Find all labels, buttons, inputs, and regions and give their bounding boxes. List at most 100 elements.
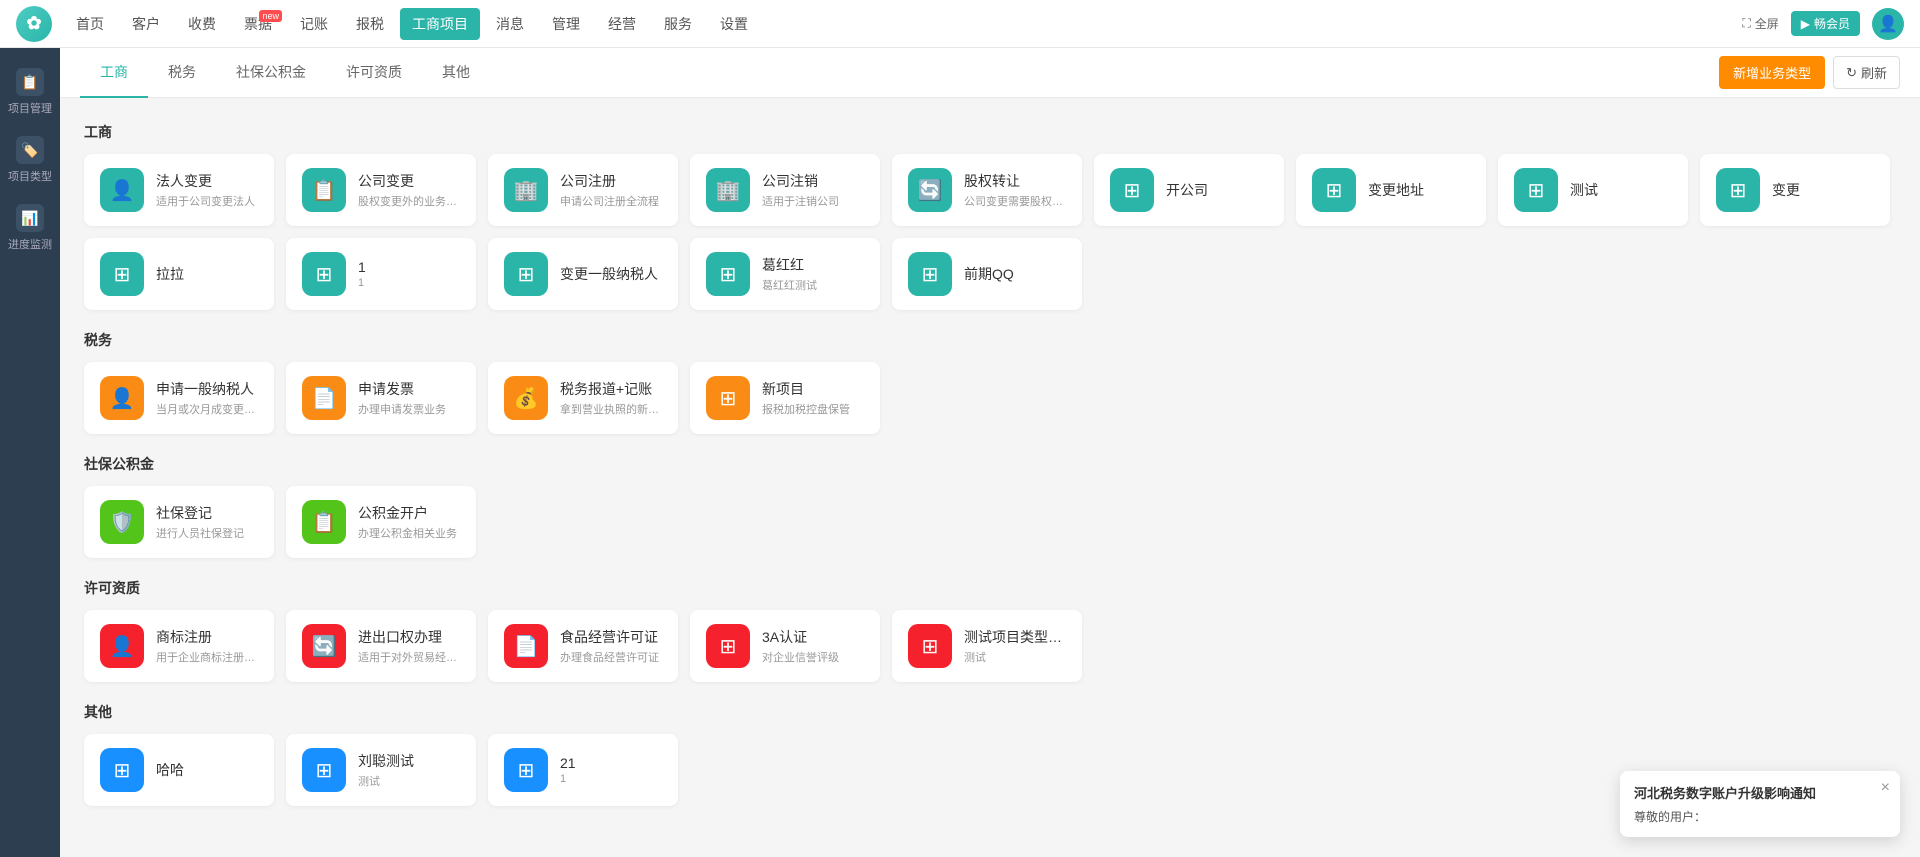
avatar[interactable]: 👤	[1872, 8, 1904, 40]
card-icon: ⊞	[908, 624, 952, 668]
card-公司变更[interactable]: 📋 公司变更 股权变更外的业务变更	[286, 154, 476, 226]
card-info: 公司变更 股权变更外的业务变更	[358, 171, 460, 209]
card-icon: 👤	[100, 624, 144, 668]
card-title: 拉拉	[156, 264, 258, 284]
card-申请发票[interactable]: 📄 申请发票 办理申请发票业务	[286, 362, 476, 434]
refresh-button[interactable]: ↻ 刷新	[1833, 56, 1900, 89]
card-icon: 📄	[504, 624, 548, 668]
new-type-button[interactable]: 新增业务类型	[1719, 56, 1825, 89]
refresh-label: 刷新	[1861, 63, 1887, 82]
fullscreen-label: 全屏	[1755, 15, 1779, 32]
section-title-许可资质: 许可资质	[84, 578, 1896, 598]
card-税务报道+记账[interactable]: 💰 税务报道+记账 拿到营业执照的新公司	[488, 362, 678, 434]
nav-item-settings[interactable]: 设置	[708, 8, 760, 40]
sidebar-item-项目类型[interactable]: 🏷️ 项目类型	[0, 126, 60, 194]
card-info: 食品经营许可证 办理食品经营许可证	[560, 627, 662, 665]
card-公司注册[interactable]: 🏢 公司注册 申请公司注册全流程	[488, 154, 678, 226]
card-desc: 公司变更需要股权转让	[964, 193, 1066, 209]
card-title: 葛红红	[762, 255, 864, 275]
card-申请一般纳税人[interactable]: 👤 申请一般纳税人 当月或次月成变更完成	[84, 362, 274, 434]
card-desc: 办理申请发票业务	[358, 401, 460, 417]
card-info: 申请发票 办理申请发票业务	[358, 379, 460, 417]
card-变更地址[interactable]: ⊞ 变更地址	[1296, 154, 1486, 226]
card-title: 1	[358, 259, 460, 275]
card-测试[interactable]: ⊞ 测试	[1498, 154, 1688, 226]
card-变更一般纳税人[interactable]: ⊞ 变更一般纳税人	[488, 238, 678, 310]
nav-item-ticket[interactable]: 票据new	[232, 8, 284, 40]
card-1[interactable]: ⊞ 1 1	[286, 238, 476, 310]
card-info: 公司注册 申请公司注册全流程	[560, 171, 662, 209]
notification-close-button[interactable]: ×	[1881, 779, 1890, 797]
nav-item-tax[interactable]: 报税	[344, 8, 396, 40]
tab-shuiwu[interactable]: 税务	[148, 48, 216, 98]
nav-item-service[interactable]: 服务	[652, 8, 704, 40]
card-新项目[interactable]: ⊞ 新项目 报税加税控盘保管	[690, 362, 880, 434]
card-商标注册[interactable]: 👤 商标注册 用于企业商标注册服务	[84, 610, 274, 682]
card-desc: 葛红红测试	[762, 277, 864, 293]
card-公司注销[interactable]: 🏢 公司注销 适用于注销公司	[690, 154, 880, 226]
card-icon: ⊞	[1514, 168, 1558, 212]
card-icon: ⊞	[100, 252, 144, 296]
card-info: 申请一般纳税人 当月或次月成变更完成	[156, 379, 258, 417]
card-desc: 拿到营业执照的新公司	[560, 401, 662, 417]
nav-item-message[interactable]: 消息	[484, 8, 536, 40]
tab-shebao[interactable]: 社保公积金	[216, 48, 326, 98]
fullscreen-button[interactable]: ⛶ 全屏	[1742, 15, 1778, 32]
card-title: 刘聪测试	[358, 751, 460, 771]
tab-gongshang[interactable]: 工商	[80, 48, 148, 98]
card-社保登记[interactable]: 🛡️ 社保登记 进行人员社保登记	[84, 486, 274, 558]
card-title: 测试项目类型自定义	[964, 627, 1066, 647]
sidebar-label: 项目类型	[8, 168, 52, 184]
nav-item-bookkeeping[interactable]: 记账	[288, 8, 340, 40]
tab-other[interactable]: 其他	[422, 48, 490, 98]
main-area: 工商税务社保公积金许可资质其他 新增业务类型 ↻ 刷新 工商 👤 法人变更 适用…	[60, 48, 1920, 857]
nav-item-manage[interactable]: 管理	[540, 8, 592, 40]
card-葛红红[interactable]: ⊞ 葛红红 葛红红测试	[690, 238, 880, 310]
card-info: 1 1	[358, 259, 460, 289]
card-title: 税务报道+记账	[560, 379, 662, 399]
card-icon: ⊞	[706, 376, 750, 420]
card-测试项目类型自定义[interactable]: ⊞ 测试项目类型自定义 测试	[892, 610, 1082, 682]
card-desc: 报税加税控盘保管	[762, 401, 864, 417]
nav-item-business[interactable]: 工商项目	[400, 8, 480, 40]
card-21[interactable]: ⊞ 21 1	[488, 734, 678, 806]
card-食品经营许可证[interactable]: 📄 食品经营许可证 办理食品经营许可证	[488, 610, 678, 682]
card-拉拉[interactable]: ⊞ 拉拉	[84, 238, 274, 310]
card-变更[interactable]: ⊞ 变更	[1700, 154, 1890, 226]
card-icon: 📄	[302, 376, 346, 420]
card-title: 食品经营许可证	[560, 627, 662, 647]
card-title: 商标注册	[156, 627, 258, 647]
sidebar-item-项目管理[interactable]: 📋 项目管理	[0, 58, 60, 126]
sidebar-item-进度监测[interactable]: 📊 进度监测	[0, 194, 60, 262]
tab-xuke[interactable]: 许可资质	[326, 48, 422, 98]
nav-item-operation[interactable]: 经营	[596, 8, 648, 40]
card-title: 进出口权办理	[358, 627, 460, 647]
card-icon: ⊞	[302, 252, 346, 296]
card-股权转让[interactable]: 🔄 股权转让 公司变更需要股权转让	[892, 154, 1082, 226]
card-icon: 🏢	[706, 168, 750, 212]
card-info: 开公司	[1166, 180, 1268, 200]
card-前期QQ[interactable]: ⊞ 前期QQ	[892, 238, 1082, 310]
card-进出口权办理[interactable]: 🔄 进出口权办理 适用于对外贸易经营者	[286, 610, 476, 682]
card-info: 进出口权办理 适用于对外贸易经营者	[358, 627, 460, 665]
card-公积金开户[interactable]: 📋 公积金开户 办理公积金相关业务	[286, 486, 476, 558]
member-button[interactable]: ▶ 畅会员	[1791, 11, 1860, 36]
card-desc: 1	[560, 773, 662, 785]
card-title: 公司变更	[358, 171, 460, 191]
nav-item-charge[interactable]: 收费	[176, 8, 228, 40]
card-icon: 🔄	[302, 624, 346, 668]
notification-popup: × 河北税务数字账户升级影响通知 尊敬的用户：	[1620, 771, 1900, 837]
card-开公司[interactable]: ⊞ 开公司	[1094, 154, 1284, 226]
nav-item-home[interactable]: 首页	[64, 8, 116, 40]
card-icon: ⊞	[100, 748, 144, 792]
tabs-list: 工商税务社保公积金许可资质其他	[80, 48, 490, 97]
card-法人变更[interactable]: 👤 法人变更 适用于公司变更法人	[84, 154, 274, 226]
card-刘聪测试[interactable]: ⊞ 刘聪测试 测试	[286, 734, 476, 806]
card-desc: 进行人员社保登记	[156, 525, 258, 541]
card-哈哈[interactable]: ⊞ 哈哈	[84, 734, 274, 806]
nav-items: 首页客户收费票据new记账报税工商项目消息管理经营服务设置	[64, 8, 1742, 40]
card-title: 测试	[1570, 180, 1672, 200]
card-3A认证[interactable]: ⊞ 3A认证 对企业信誉评级	[690, 610, 880, 682]
card-icon: 👤	[100, 376, 144, 420]
nav-item-customer[interactable]: 客户	[120, 8, 172, 40]
